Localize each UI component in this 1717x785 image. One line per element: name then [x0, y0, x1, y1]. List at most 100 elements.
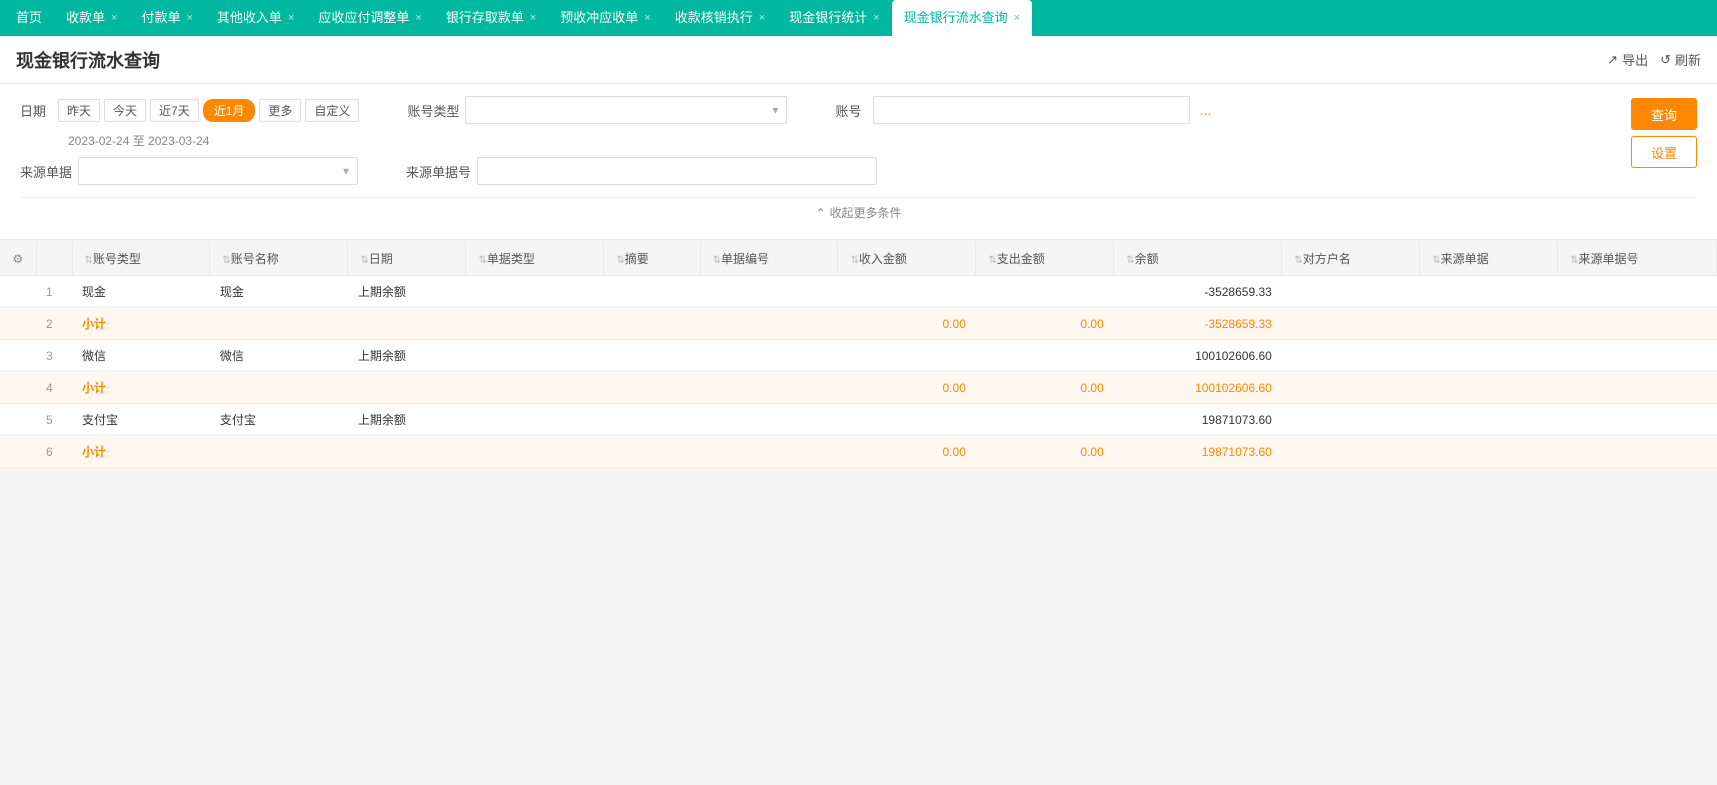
tab-close-icon[interactable]: × — [873, 0, 879, 36]
row-balance: -3528659.33 — [1114, 276, 1282, 308]
col-sort-icon: ⇅ — [1126, 255, 1134, 266]
row-expense: 0.00 — [976, 308, 1114, 340]
query-button[interactable]: 查询 — [1631, 98, 1697, 130]
refresh-icon: ↺ — [1660, 52, 1671, 68]
page-header: 现金银行流水查询 ↗ 导出 ↺ 刷新 — [0, 36, 1717, 84]
row-source-doc — [1420, 340, 1558, 372]
column-doc_type[interactable]: ⇅单据类型 — [466, 242, 604, 276]
row-gear — [0, 340, 36, 372]
row-doc-type — [466, 276, 604, 308]
nav-tab-应收应付调整单[interactable]: 应收应付调整单× — [306, 0, 433, 36]
row-doc-type — [466, 404, 604, 436]
row-expense: 0.00 — [976, 436, 1114, 468]
filter-row-2: 来源单据 ▾ 来源单据号 — [20, 157, 1615, 185]
source-doc-dropdown-icon: ▾ — [343, 164, 349, 178]
table-row: 6小计0.000.0019871073.60 — [0, 436, 1717, 468]
collapse-label: 收起更多条件 — [830, 204, 902, 221]
tab-close-icon[interactable]: × — [530, 0, 536, 36]
tab-close-icon[interactable]: × — [415, 0, 421, 36]
row-source-doc-no — [1558, 340, 1717, 372]
col-sort-icon: ⇅ — [850, 255, 858, 266]
column-doc_no[interactable]: ⇅单据编号 — [700, 242, 838, 276]
row-summary — [604, 404, 700, 436]
column-gear[interactable]: ⚙ — [0, 242, 36, 276]
row-index: 2 — [36, 308, 72, 340]
column-counterpart[interactable]: ⇅对方户名 — [1282, 242, 1420, 276]
tab-close-icon[interactable]: × — [288, 0, 294, 36]
refresh-button[interactable]: ↺ 刷新 — [1660, 50, 1701, 69]
column-summary[interactable]: ⇅摘要 — [604, 242, 700, 276]
nav-tab-付款单[interactable]: 付款单× — [129, 0, 204, 36]
tab-close-icon[interactable]: × — [1014, 0, 1020, 36]
nav-tab-现金银行流水查询[interactable]: 现金银行流水查询× — [892, 0, 1032, 36]
col-sort-icon: ⇅ — [713, 255, 721, 266]
row-balance: 100102606.60 — [1114, 340, 1282, 372]
tab-close-icon[interactable]: × — [111, 0, 117, 36]
nav-tab-收款单[interactable]: 收款单× — [54, 0, 129, 36]
table-area: ⚙ ⇅账号类型⇅账号名称⇅日期⇅单据类型⇅摘要⇅单据编号⇅收入金额⇅支出金额⇅余额… — [0, 242, 1717, 468]
gear-icon[interactable]: ⚙ — [12, 252, 23, 266]
row-counterpart — [1282, 308, 1420, 340]
row-counterpart — [1282, 340, 1420, 372]
date-option-今天[interactable]: 今天 — [104, 99, 146, 122]
column-expense[interactable]: ⇅支出金额 — [976, 242, 1114, 276]
settings-button[interactable]: 设置 — [1631, 136, 1697, 168]
column-account_type[interactable]: ⇅账号类型 — [72, 242, 210, 276]
row-doc-no — [700, 404, 838, 436]
date-option-昨天[interactable]: 昨天 — [58, 99, 100, 122]
date-option-更多[interactable]: 更多 — [259, 99, 301, 122]
column-index — [36, 242, 72, 276]
account-input[interactable] — [873, 96, 1189, 124]
row-income — [838, 340, 976, 372]
nav-home[interactable]: 首页 — [4, 0, 54, 36]
column-account_name[interactable]: ⇅账号名称 — [210, 242, 348, 276]
account-type-label: 账号类型 — [407, 101, 459, 120]
tab-close-icon[interactable]: × — [644, 0, 650, 36]
filter-area: 日期 昨天今天近7天近1月更多自定义 账号类型 ▾ 账号 ... — [0, 84, 1717, 240]
nav-tab-收款核销执行[interactable]: 收款核销执行× — [663, 0, 777, 36]
row-account-type: 支付宝 — [72, 404, 210, 436]
tab-close-icon[interactable]: × — [759, 0, 765, 36]
row-summary — [604, 276, 700, 308]
row-source-doc-no — [1558, 436, 1717, 468]
tab-close-icon[interactable]: × — [186, 0, 192, 36]
row-account-name: 微信 — [210, 340, 348, 372]
col-sort-icon: ⇅ — [988, 255, 996, 266]
row-gear — [0, 308, 36, 340]
collapse-filter-button[interactable]: ⌃ 收起更多条件 — [20, 197, 1697, 227]
row-index: 5 — [36, 404, 72, 436]
nav-tab-其他收入单[interactable]: 其他收入单× — [205, 0, 306, 36]
row-account-type: 小计 — [72, 372, 210, 404]
source-doc-no-input[interactable] — [477, 157, 877, 185]
column-income[interactable]: ⇅收入金额 — [838, 242, 976, 276]
column-source_doc_no[interactable]: ⇅来源单据号 — [1558, 242, 1717, 276]
row-account-name — [210, 372, 348, 404]
row-source-doc-no — [1558, 404, 1717, 436]
row-source-doc — [1420, 308, 1558, 340]
date-option-近7天[interactable]: 近7天 — [150, 99, 199, 122]
column-date[interactable]: ⇅日期 — [348, 242, 466, 276]
col-sort-icon: ⇅ — [360, 255, 368, 266]
source-doc-select[interactable]: ▾ — [78, 157, 358, 185]
col-sort-icon: ⇅ — [1432, 255, 1440, 266]
column-balance[interactable]: ⇅余额 — [1114, 242, 1282, 276]
account-type-select[interactable]: ▾ — [465, 96, 787, 124]
row-gear — [0, 404, 36, 436]
row-balance: 19871073.60 — [1114, 436, 1282, 468]
date-option-自定义[interactable]: 自定义 — [305, 99, 359, 122]
row-income: 0.00 — [838, 372, 976, 404]
top-nav: 首页 收款单×付款单×其他收入单×应收应付调整单×银行存取款单×预收冲应收单×收… — [0, 0, 1717, 36]
nav-tab-现金银行统计[interactable]: 现金银行统计× — [777, 0, 891, 36]
row-gear — [0, 436, 36, 468]
row-index: 4 — [36, 372, 72, 404]
nav-tab-银行存取款单[interactable]: 银行存取款单× — [434, 0, 548, 36]
date-option-近1月[interactable]: 近1月 — [203, 99, 256, 122]
export-button[interactable]: ↗ 导出 — [1607, 50, 1648, 69]
account-type-dropdown-icon: ▾ — [772, 103, 778, 117]
account-dots-button[interactable]: ... — [1196, 102, 1216, 118]
row-index: 3 — [36, 340, 72, 372]
row-expense — [976, 276, 1114, 308]
nav-tab-预收冲应收单[interactable]: 预收冲应收单× — [548, 0, 662, 36]
column-source_doc[interactable]: ⇅来源单据 — [1420, 242, 1558, 276]
source-doc-label: 来源单据 — [20, 162, 72, 181]
